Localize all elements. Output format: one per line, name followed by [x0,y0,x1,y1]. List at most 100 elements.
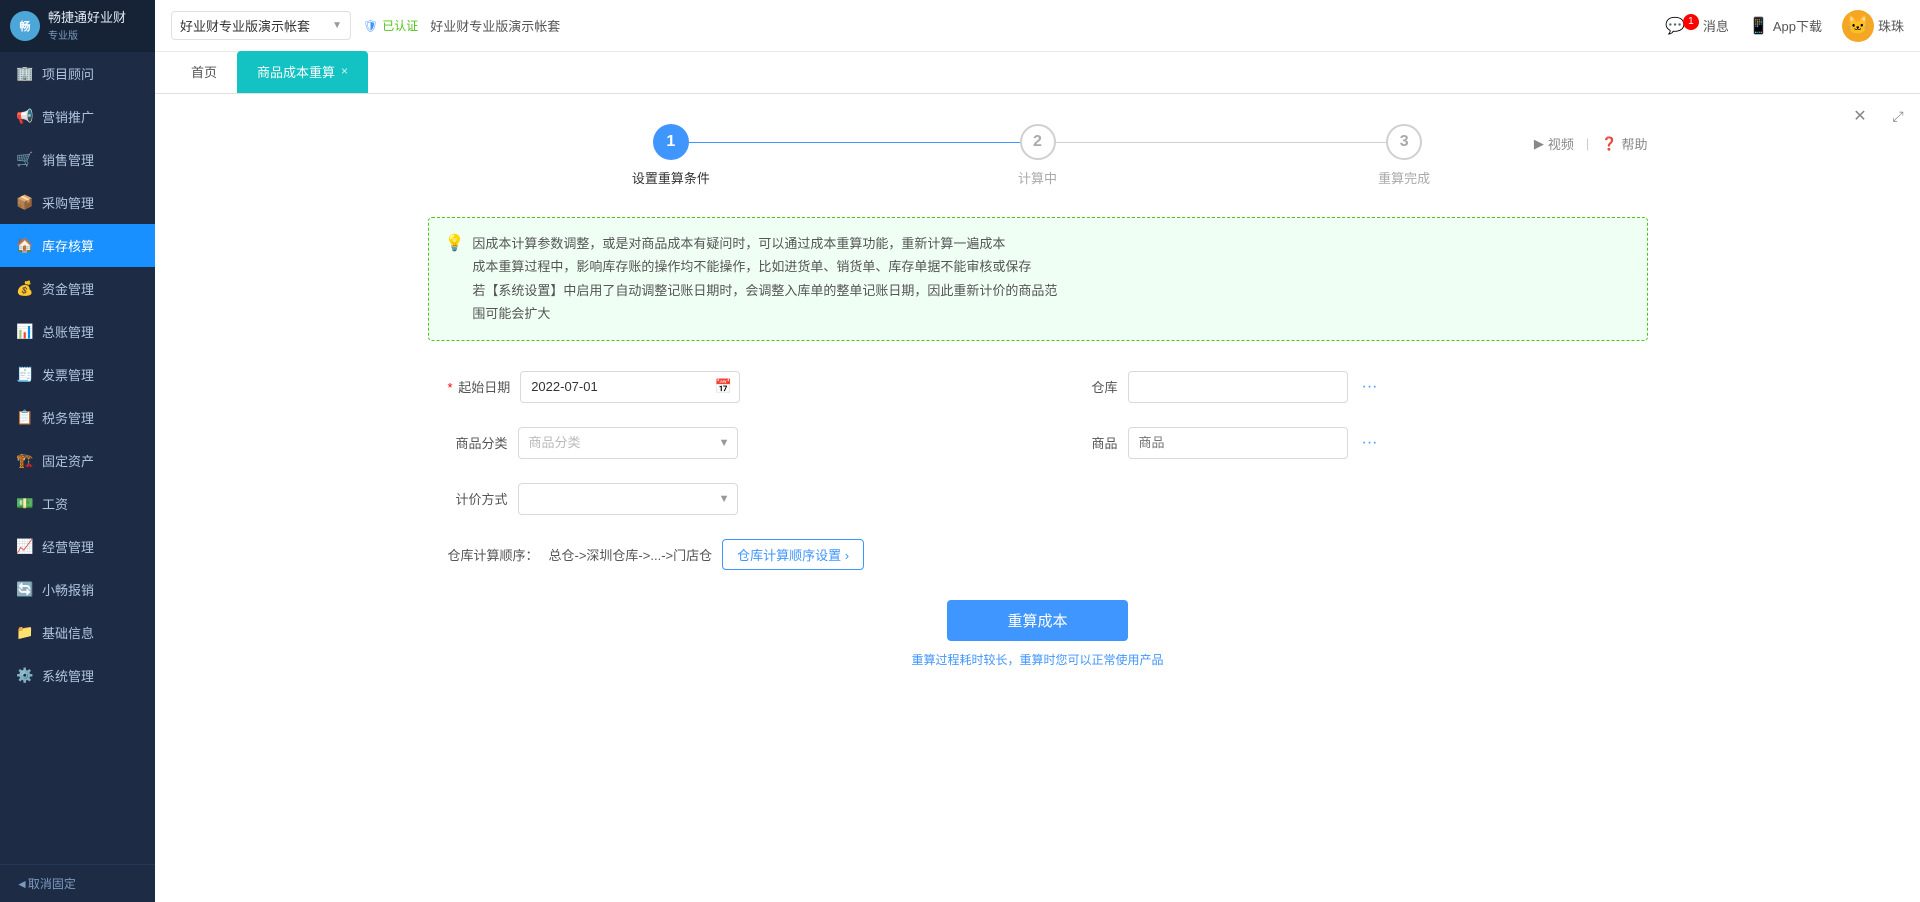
message-action[interactable]: 💬 1 消息 [1665,16,1729,36]
close-window-button[interactable]: ✕ [1846,102,1874,130]
sales-icon: 🛒 [16,151,34,169]
category-select[interactable]: 商品分类 [518,427,738,459]
category-label: 商品分类 [448,433,508,452]
question-icon: ❓ [1601,136,1617,152]
sidebar-item-label: 销售管理 [42,150,94,169]
goods-dots-button[interactable]: ··· [1358,434,1382,452]
help-button[interactable]: ❓ 帮助 [1601,134,1647,153]
app-logo-icon: 畅 [10,11,40,41]
window-controls: ✕ ⤢ [1838,94,1920,138]
ops-icon: 📈 [16,538,34,556]
top-bar: 好业财专业版演示帐套 ▼ 🛡 已认证 好业财专业版演示帐套 💬 1 消息 📱 A… [155,0,1920,52]
warehouse-order-settings-button[interactable]: 仓库计算顺序设置 › [722,539,864,570]
account-selector[interactable]: 好业财专业版演示帐套 ▼ [171,11,351,40]
submit-hint: 重算过程耗时较长，重算时您可以正常使用产品 [448,651,1628,668]
sidebar-item-label: 资金管理 [42,279,94,298]
sidebar-item-ops[interactable]: 📈 经营管理 [0,525,155,568]
steps-wrapper: 1 设置重算条件 2 计算中 [428,124,1648,187]
pricing-select-wrapper: ▼ [518,483,738,515]
sidebar-item-project[interactable]: 🏢 项目顾问 [0,52,155,95]
app-edition: 专业版 [48,27,126,42]
shield-icon: 🛡 [363,19,378,33]
sidebar-item-label: 固定资产 [42,451,94,470]
start-date-label: * 起始日期 [448,377,511,396]
video-help-button[interactable]: ▶ 视频 [1534,134,1574,153]
sidebar-pin-toggle[interactable]: ◄取消固定 [0,864,155,902]
sidebar-item-inventory[interactable]: 🏠 库存核算 [0,224,155,267]
sidebar-item-accounting[interactable]: 📊 总账管理 [0,310,155,353]
sidebar-item-expense[interactable]: 🔄 小畅报销 [0,568,155,611]
sidebar-item-finance[interactable]: 💰 资金管理 [0,267,155,310]
account-name: 好业财专业版演示帐套 [180,16,310,35]
step-3: 3 重算完成 [1221,124,1588,187]
sidebar-item-label: 基础信息 [42,623,94,642]
calendar-icon[interactable]: 📅 [715,378,732,395]
step-1-line [689,142,1020,143]
system-icon: ⚙️ [16,667,34,685]
step-1-label: 设置重算条件 [632,168,710,187]
expand-icon: ⤢ [1892,108,1903,125]
start-date-input[interactable] [520,371,740,403]
purchase-icon: 📦 [16,194,34,212]
tab-cost-recalc[interactable]: 商品成本重算 × [237,51,368,93]
sidebar-item-basic[interactable]: 📁 基础信息 [0,611,155,654]
form-row-1: * 起始日期 📅 仓库 ··· [448,371,1628,403]
warehouse-order-label: 仓库计算顺序： [448,545,539,564]
recalculate-button[interactable]: 重算成本 [947,600,1127,641]
step-3-label: 重算完成 [1378,168,1430,187]
sidebar-item-sales[interactable]: 🛒 销售管理 [0,138,155,181]
form-group-warehouse: 仓库 ··· [1058,371,1628,403]
play-icon: ▶ [1534,136,1544,152]
sidebar-item-assets[interactable]: 🏗️ 固定资产 [0,439,155,482]
sidebar-item-label: 工资 [42,494,68,513]
finance-icon: 💰 [16,280,34,298]
sidebar-item-salary[interactable]: 💵 工资 [0,482,155,525]
project-icon: 🏢 [16,65,34,83]
invoice-icon: 🧾 [16,366,34,384]
sidebar-item-label: 小畅报销 [42,580,94,599]
verified-badge: 🛡 已认证 [363,17,418,34]
sidebar-item-label: 系统管理 [42,666,94,685]
form-section: * 起始日期 📅 仓库 ··· [428,371,1648,668]
marketing-icon: 📢 [16,108,34,126]
app-download-action[interactable]: 📱 App下载 [1749,16,1822,36]
notice-icon: 💡 [445,233,465,326]
message-icon: 💬 [1665,16,1685,36]
account-full-name: 好业财专业版演示帐套 [430,16,560,35]
submit-area: 重算成本 重算过程耗时较长，重算时您可以正常使用产品 [448,600,1628,668]
form-group-start-date: * 起始日期 📅 [448,371,1018,403]
phone-icon: 📱 [1749,16,1769,36]
sidebar-item-label: 总账管理 [42,322,94,341]
tab-close-icon[interactable]: × [341,64,348,78]
sidebar-item-label: 税务管理 [42,408,94,427]
accounting-icon: 📊 [16,323,34,341]
notice-box: 💡 因成本计算参数调整，或是对商品成本有疑问时，可以通过成本重算功能，重新计算一… [428,217,1648,341]
sidebar-item-purchase[interactable]: 📦 采购管理 [0,181,155,224]
form-row-3: 计价方式 ▼ [448,483,1628,515]
tab-bar: 首页 商品成本重算 × [155,52,1920,94]
warehouse-dots-button[interactable]: ··· [1358,378,1382,396]
step-1: 1 设置重算条件 [488,124,855,187]
sidebar-item-invoice[interactable]: 🧾 发票管理 [0,353,155,396]
sidebar-nav: 🏢 项目顾问 📢 营销推广 🛒 销售管理 📦 采购管理 🏠 库存核算 💰 资金管… [0,52,155,864]
category-select-wrapper: 商品分类 ▼ [518,427,738,459]
step-3-circle: 3 [1386,124,1422,160]
goods-input[interactable] [1128,427,1348,459]
user-profile-action[interactable]: 🐱 珠珠 [1842,10,1904,42]
sidebar-item-system[interactable]: ⚙️ 系统管理 [0,654,155,697]
step-2-circle: 2 [1020,124,1056,160]
pricing-select[interactable] [518,483,738,515]
sidebar-item-marketing[interactable]: 📢 营销推广 [0,95,155,138]
sidebar-item-label: 发票管理 [42,365,94,384]
sidebar: 畅 畅捷通好业财 专业版 🏢 项目顾问 📢 营销推广 🛒 销售管理 📦 采购管理… [0,0,155,902]
warehouse-label: 仓库 [1058,377,1118,396]
form-row-2: 商品分类 商品分类 ▼ 商品 ··· [448,427,1628,459]
warehouse-input[interactable] [1128,371,1348,403]
assets-icon: 🏗️ [16,452,34,470]
sidebar-item-tax[interactable]: 📋 税务管理 [0,396,155,439]
step-2: 2 计算中 [854,124,1221,187]
expand-window-button[interactable]: ⤢ [1884,102,1912,130]
notification-badge: 1 [1683,14,1699,30]
main-area: 好业财专业版演示帐套 ▼ 🛡 已认证 好业财专业版演示帐套 💬 1 消息 📱 A… [155,0,1920,902]
tab-home[interactable]: 首页 [171,51,237,93]
